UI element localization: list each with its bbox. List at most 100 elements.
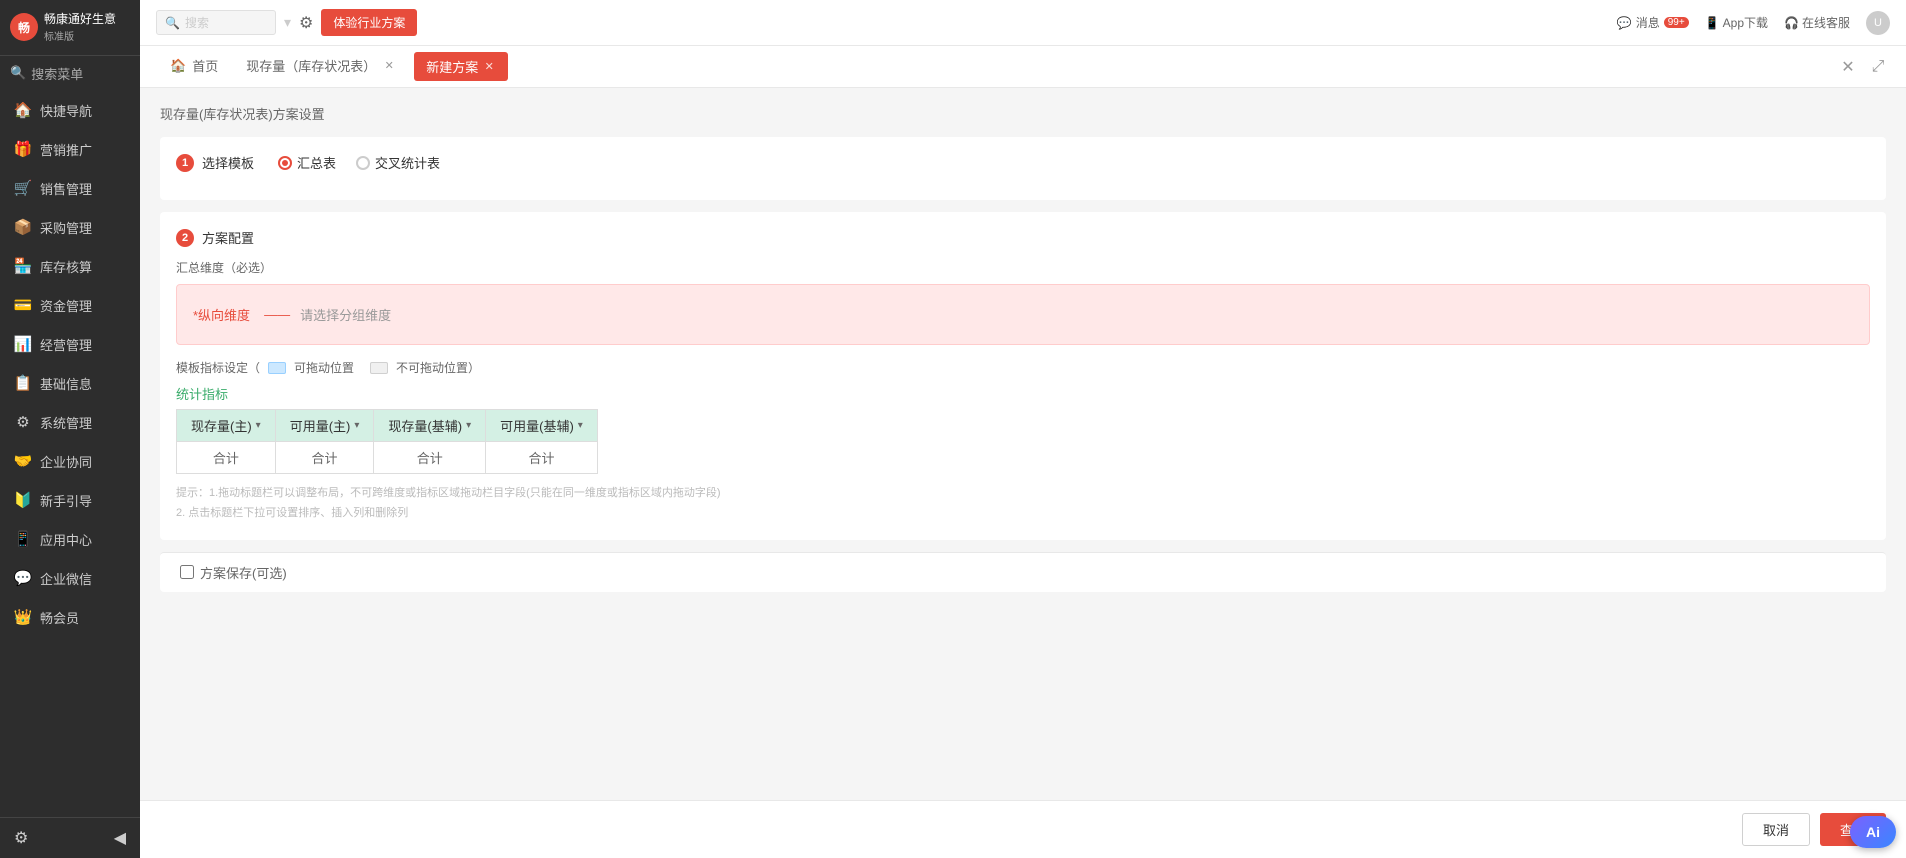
cell-0-3: 合计 [486,442,598,474]
sidebar-item-quick-nav[interactable]: 🏠 快捷导航 [0,91,140,130]
col-chevron-2: ▾ [466,420,471,431]
topbar-search[interactable]: 🔍 搜索 [156,10,276,35]
app-center-icon: 📱 [14,530,32,548]
col-chevron-0: ▾ [256,420,261,431]
finance-icon: 💳 [14,296,32,314]
radio-summary-dot [278,156,292,170]
sidebar-item-wechat[interactable]: 💬 企业微信 [0,559,140,598]
step2-title: 方案配置 [202,228,254,247]
step1-badge: 1 [176,154,194,172]
dimension-separator: —— [264,307,290,322]
aggregation-label: 汇总维度（必选） [176,259,1870,276]
sidebar-item-member[interactable]: 👑 畅会员 [0,598,140,637]
sidebar-item-finance[interactable]: 💳 资金管理 [0,286,140,325]
topbar-message[interactable]: 💬 消息 99+ [1617,14,1689,31]
collapse-btn[interactable]: ◀ [114,828,126,848]
save-plan-label: 方案保存(可选) [200,563,287,582]
main-area: 🔍 搜索 ▾ ⚙ 体验行业方案 💬 消息 99+ 📱 App下载 🎧 在线客服 [140,0,1906,858]
legend-fixed-box [370,362,388,374]
ai-float-button[interactable]: Ai [1850,816,1896,848]
legend-draggable-box [268,362,286,374]
sidebar-item-new-guide[interactable]: 🔰 新手引导 [0,481,140,520]
search-icon: 🔍 [165,16,180,30]
app-edition: 标准版 [44,28,116,43]
tip-1: 提示：1.拖动标题栏可以调整布局，不可跨维度或指标区域拖动栏目字段(只能在同一维… [176,484,1870,504]
tab-home[interactable]: 🏠 首页 [156,46,232,87]
step2-badge: 2 [176,229,194,247]
tips-box: 提示：1.拖动标题栏可以调整布局，不可跨维度或指标区域拖动栏目字段(只能在同一维… [176,484,1870,524]
app-name: 畅康通好生意 [44,12,116,28]
col-header-1[interactable]: 可用量(主) ▾ [275,410,374,442]
sidebar-item-purchase[interactable]: 📦 采购管理 [0,208,140,247]
settings-icon[interactable]: ⚙ [14,828,28,848]
sales-icon: 🛒 [14,179,32,197]
radio-summary[interactable]: 汇总表 [278,153,336,172]
cell-0-0: 合计 [177,442,276,474]
save-plan-checkbox[interactable] [180,565,194,579]
sidebar-item-operations[interactable]: 📊 经营管理 [0,325,140,364]
col-chevron-3: ▾ [578,420,583,431]
indicator-legend-row: 模板指标设定（ 可拖动位置 不可拖动位置） [176,359,1870,376]
content-area: 现存量(库存状况表)方案设置 1 选择模板 汇总表 交叉统计表 [140,88,1906,800]
purchase-icon: 📦 [14,218,32,236]
sidebar-item-app-center[interactable]: 📱 应用中心 [0,520,140,559]
table-row: 合计 合计 合计 合计 [177,442,598,474]
tabs-bar: 🏠 首页 现存量（库存状况表） ✕ 新建方案 ✕ ✕ ⤢ [140,46,1906,88]
step2-section: 2 方案配置 汇总维度（必选） *纵向维度 —— 请选择分组维度 模板指标设定（… [160,212,1886,540]
headset-icon: 🎧 [1784,16,1799,30]
topbar-settings-icon[interactable]: ⚙ [299,13,313,33]
sidebar-search[interactable]: 🔍 搜索菜单 [0,56,140,91]
tip-2: 2. 点击标题栏下拉可设置排序、插入列和删除列 [176,504,1870,524]
sidebar-footer: ⚙ ◀ [0,817,140,858]
page-title: 现存量(库存状况表)方案设置 [160,104,1886,123]
home-icon: 🏠 [170,58,186,74]
col-header-2[interactable]: 现存量(基辅) ▾ [374,410,486,442]
sidebar-nav: 🏠 快捷导航 🎁 营销推广 🛒 销售管理 📦 采购管理 🏪 库存核算 💳 资金管… [0,91,140,817]
inventory-icon: 🏪 [14,257,32,275]
sidebar-logo: 畅 畅康通好生意 标准版 [0,0,140,56]
new-guide-icon: 🔰 [14,491,32,509]
tabs-controls: ✕ ⤢ [1836,55,1890,79]
marketing-icon: 🎁 [14,140,32,158]
close-tab-icon[interactable]: ✕ [1836,55,1860,79]
dimension-box: *纵向维度 —— 请选择分组维度 [176,284,1870,345]
industry-btn[interactable]: 体验行业方案 [321,9,417,36]
sidebar-item-system[interactable]: ⚙ 系统管理 [0,403,140,442]
radio-cross[interactable]: 交叉统计表 [356,153,440,172]
online-service-btn[interactable]: 🎧 在线客服 [1784,14,1850,31]
app-download-btn[interactable]: 📱 App下载 [1705,14,1768,31]
template-radio-group: 汇总表 交叉统计表 [278,153,440,172]
phone-icon: 📱 [1705,16,1720,30]
tab-new-plan-close[interactable]: ✕ [482,60,496,74]
footer-bar: 取消 查询 [140,800,1906,858]
sidebar-item-sales[interactable]: 🛒 销售管理 [0,169,140,208]
dimension-required-label: *纵向维度 [193,305,250,324]
tab-new-plan[interactable]: 新建方案 ✕ [414,52,508,81]
col-header-3[interactable]: 可用量(基辅) ▾ [486,410,598,442]
avatar: U [1866,11,1890,35]
wechat-icon: 💬 [14,569,32,587]
sidebar-item-enterprise[interactable]: 🤝 企业协同 [0,442,140,481]
col-header-0[interactable]: 现存量(主) ▾ [177,410,276,442]
enterprise-icon: 🤝 [14,452,32,470]
cancel-button[interactable]: 取消 [1742,813,1810,846]
tab-inventory-status[interactable]: 现存量（库存状况表） ✕ [232,46,410,87]
tab-inventory-status-close[interactable]: ✕ [382,59,396,73]
sidebar-item-inventory[interactable]: 🏪 库存核算 [0,247,140,286]
dimension-hint[interactable]: 请选择分组维度 [300,305,391,324]
sidebar-item-basic-info[interactable]: 📋 基础信息 [0,364,140,403]
search-dropdown-icon[interactable]: ▾ [284,14,291,31]
expand-icon[interactable]: ⤢ [1866,55,1890,79]
cell-0-2: 合计 [374,442,486,474]
search-icon: 🔍 [10,65,26,81]
basic-info-icon: 📋 [14,374,32,392]
stats-label: 统计指标 [176,384,1870,403]
logo-icon: 畅 [10,13,38,41]
stats-table: 现存量(主) ▾ 可用量(主) ▾ 现存量(基辅 [176,409,598,474]
step1-section: 1 选择模板 汇总表 交叉统计表 [160,137,1886,200]
topbar-user[interactable]: U [1866,11,1890,35]
sidebar: 畅 畅康通好生意 标准版 🔍 搜索菜单 🏠 快捷导航 🎁 营销推广 🛒 销售管理… [0,0,140,858]
radio-cross-dot [356,156,370,170]
sidebar-item-marketing[interactable]: 🎁 营销推广 [0,130,140,169]
operations-icon: 📊 [14,335,32,353]
